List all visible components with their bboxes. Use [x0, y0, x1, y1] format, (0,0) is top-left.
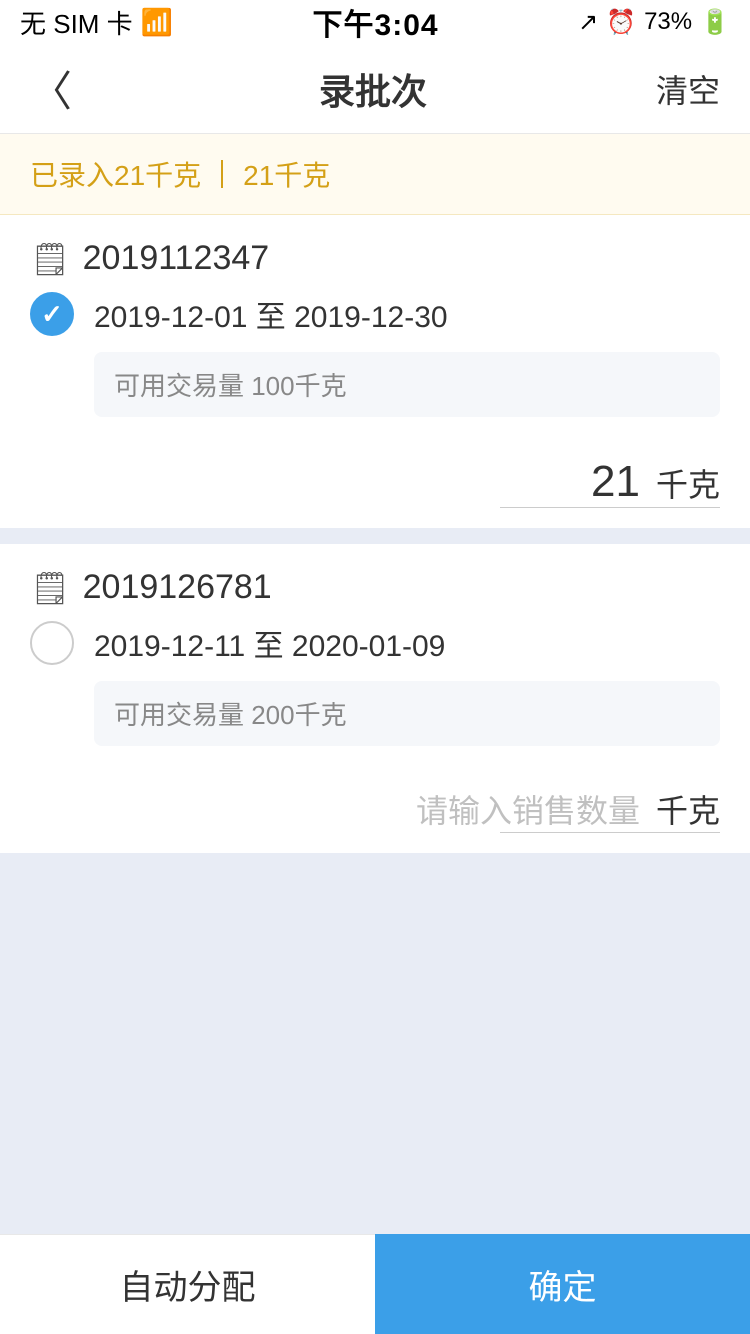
bottom-bar: 自动分配 确定: [0, 1234, 750, 1334]
section-divider: [0, 528, 750, 544]
back-button[interactable]: 〈: [30, 58, 90, 119]
status-time: 下午3:04: [313, 0, 439, 44]
batch1-date: 2019-12-01 至 2019-12-30: [94, 292, 448, 336]
batch2-id: 2019126781: [83, 568, 272, 607]
content-area: 已录入21千克 21千克 🗒 2019112347 ✓ 2019-12-01 至…: [0, 134, 750, 1234]
summary-divider: [221, 160, 223, 188]
batch1-available: 可用交易量 100千克: [94, 352, 720, 417]
battery-icon: 🔋: [700, 8, 730, 37]
no-sim-text: 无 SIM 卡: [20, 4, 133, 41]
batch1-card: 🗒 2019112347 ✓ 2019-12-01 至 2019-12-30 可…: [0, 215, 750, 528]
status-bar: 无 SIM 卡 📶 下午3:04 ↗ ⏰ 73% 🔋: [0, 0, 750, 44]
batch2-radio[interactable]: [30, 621, 74, 665]
batch2-card: 🗒 2019126781 2019-12-11 至 2020-01-09 可用交…: [0, 544, 750, 853]
battery-text: 73%: [644, 8, 692, 36]
batch1-check-icon: ✓: [41, 299, 63, 330]
recorded-text: 已录入21千克: [30, 154, 201, 194]
batch1-icon: 🗒: [30, 240, 71, 278]
empty-area: [0, 869, 750, 1234]
batch2-icon: 🗒: [30, 569, 71, 607]
clear-button[interactable]: 清空: [656, 66, 720, 112]
total-text: 21千克: [243, 154, 330, 194]
batch2-input-placeholder: 请输入销售数量: [416, 786, 640, 832]
batch1-amount-row: 21 千克: [0, 437, 750, 507]
batch2-inner: 🗒 2019126781 2019-12-11 至 2020-01-09 可用交…: [0, 544, 750, 766]
nav-bar: 〈 录批次 清空: [0, 44, 750, 134]
status-left: 无 SIM 卡 📶: [20, 4, 173, 41]
batch1-radio[interactable]: ✓: [30, 292, 74, 336]
batch2-available: 可用交易量 200千克: [94, 681, 720, 746]
batch1-id: 2019112347: [83, 239, 270, 278]
wifi-icon: 📶: [141, 7, 173, 38]
batch2-input-unit: 千克: [656, 786, 720, 832]
location-icon: ↗: [578, 8, 598, 37]
batch1-date-row: ✓ 2019-12-01 至 2019-12-30: [30, 292, 720, 336]
batch2-input-row: 请输入销售数量 千克: [0, 766, 750, 832]
section-divider-2: [0, 853, 750, 869]
batch1-amount-value: 21: [591, 457, 640, 507]
status-right: ↗ ⏰ 73% 🔋: [578, 8, 730, 37]
batch1-inner: 🗒 2019112347 ✓ 2019-12-01 至 2019-12-30 可…: [0, 215, 750, 437]
auto-distribute-button[interactable]: 自动分配: [0, 1234, 375, 1334]
confirm-button[interactable]: 确定: [375, 1234, 750, 1334]
batch1-id-row: 🗒 2019112347: [30, 239, 720, 278]
page-title: 录批次: [319, 63, 427, 115]
alarm-icon: ⏰: [606, 8, 636, 37]
summary-bar: 已录入21千克 21千克: [0, 134, 750, 215]
batch2-date-row: 2019-12-11 至 2020-01-09: [30, 621, 720, 665]
batch2-date: 2019-12-11 至 2020-01-09: [94, 621, 445, 665]
batch1-amount-unit: 千克: [656, 460, 720, 506]
batch2-id-row: 🗒 2019126781: [30, 568, 720, 607]
